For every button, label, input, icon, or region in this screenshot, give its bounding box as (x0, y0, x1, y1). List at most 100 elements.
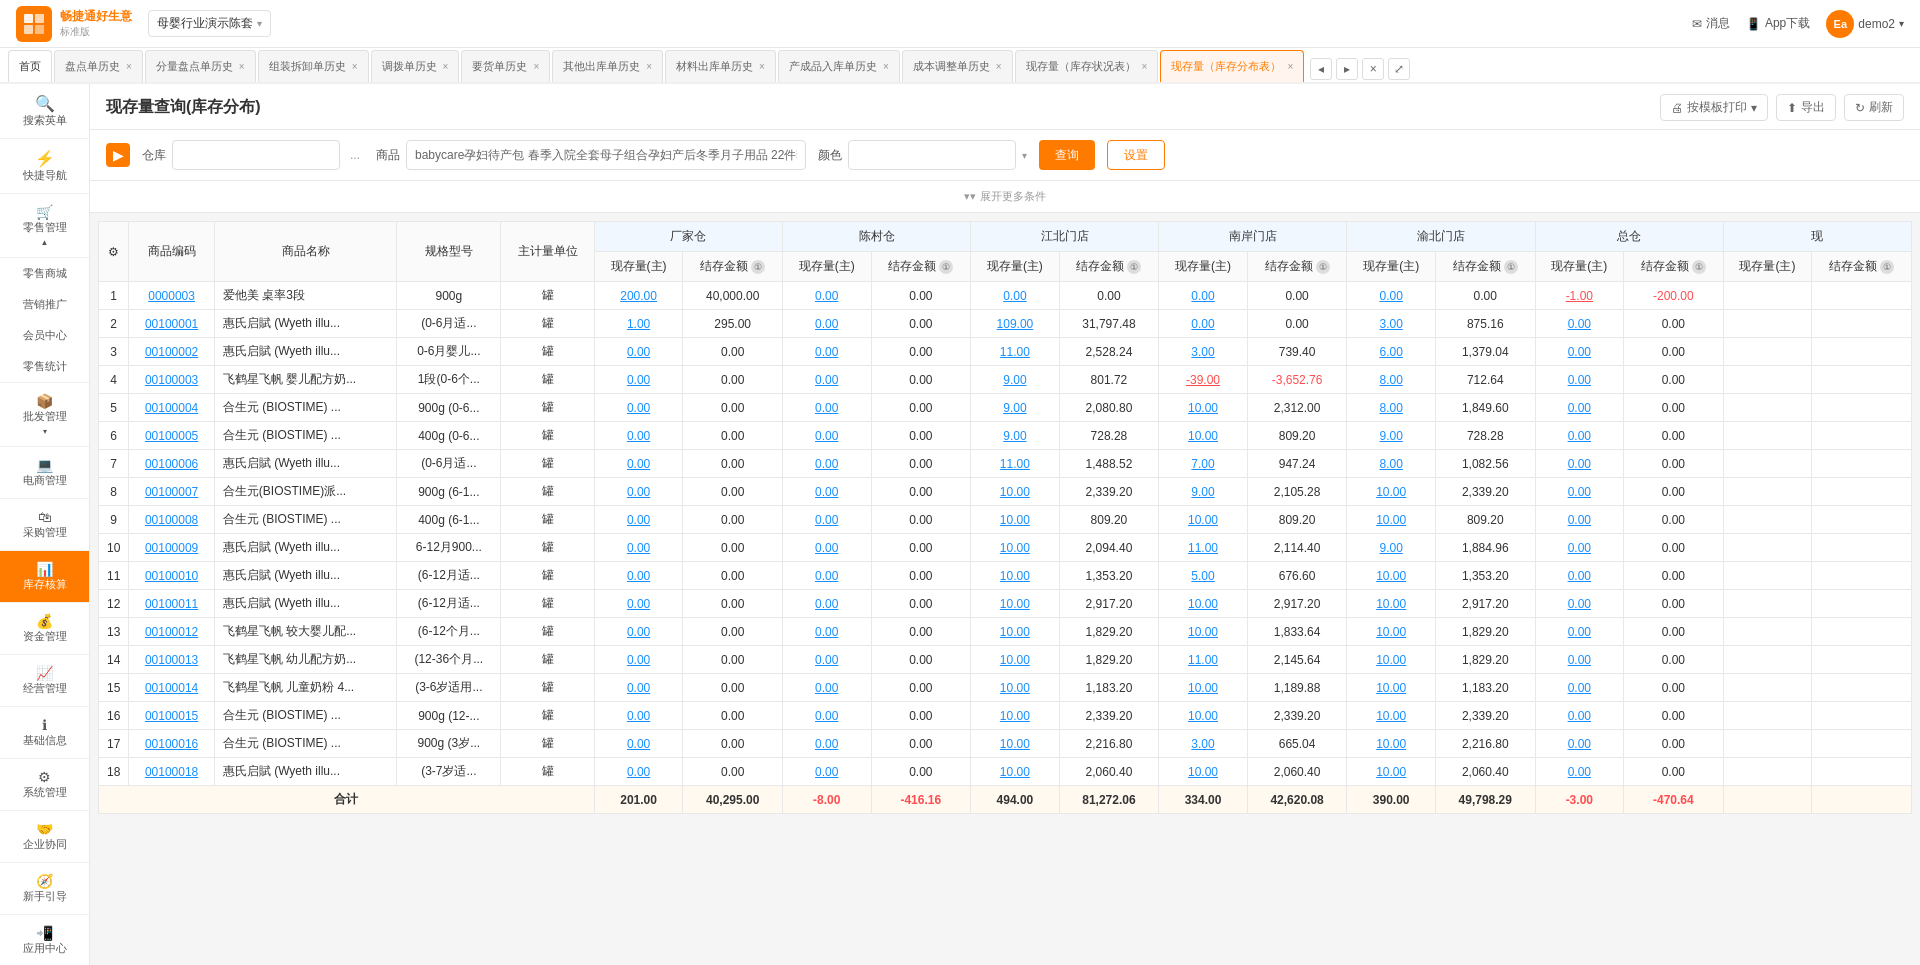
product-code[interactable]: 00100005 (129, 422, 214, 450)
close-icon[interactable]: × (443, 61, 449, 72)
wh5-qty[interactable]: 10.00 (1347, 674, 1436, 702)
tab-yao-huo[interactable]: 要货单历史 × (461, 50, 550, 82)
wh2-qty[interactable]: 0.00 (782, 310, 871, 338)
wh4-qty[interactable]: 11.00 (1159, 646, 1248, 674)
wh2-qty[interactable]: 0.00 (782, 506, 871, 534)
wh2-qty[interactable]: 0.00 (782, 282, 871, 310)
close-icon[interactable]: × (759, 61, 765, 72)
product-code[interactable]: 00100013 (129, 646, 214, 674)
wh4-qty[interactable]: 10.00 (1159, 618, 1248, 646)
wh5-qty[interactable]: 8.00 (1347, 366, 1436, 394)
wh4-qty[interactable]: 7.00 (1159, 450, 1248, 478)
close-icon[interactable]: × (883, 61, 889, 72)
wh4-qty[interactable]: 10.00 (1159, 674, 1248, 702)
wh2-qty[interactable]: 0.00 (782, 702, 871, 730)
tab-cost-adj[interactable]: 成本调整单历史 × (902, 50, 1013, 82)
wh3-qty[interactable]: 109.00 (971, 310, 1060, 338)
close-icon[interactable]: × (1142, 61, 1148, 72)
sidebar-item-enterprise[interactable]: 🤝 企业协同 (0, 811, 89, 863)
wh2-qty[interactable]: 0.00 (782, 450, 871, 478)
wh4-qty[interactable]: 10.00 (1159, 590, 1248, 618)
product-code[interactable]: 00100006 (129, 450, 214, 478)
company-selector[interactable]: 母婴行业演示陈套 ▾ (148, 10, 271, 37)
sidebar-item-inventory[interactable]: 📊 库存核算 (0, 551, 89, 603)
product-code[interactable]: 00100004 (129, 394, 214, 422)
wh3-qty[interactable]: 10.00 (971, 478, 1060, 506)
info-icon[interactable]: ① (1127, 260, 1141, 274)
wh3-qty[interactable]: 0.00 (971, 282, 1060, 310)
tab-close-all[interactable]: × (1362, 58, 1384, 80)
wh1-qty[interactable]: 0.00 (594, 590, 683, 618)
wh4-qty[interactable]: 10.00 (1159, 758, 1248, 786)
wh5-qty[interactable]: 9.00 (1347, 534, 1436, 562)
wh1-qty[interactable]: 0.00 (594, 562, 683, 590)
close-icon[interactable]: × (533, 61, 539, 72)
sidebar-item-wholesale[interactable]: 📦 批发管理 ▾ (0, 383, 89, 447)
sidebar-item-app-center[interactable]: 📲 应用中心 (0, 915, 89, 965)
wh1-qty[interactable]: 0.00 (594, 702, 683, 730)
total-qty[interactable]: 0.00 (1535, 534, 1624, 562)
total-qty[interactable]: 0.00 (1535, 422, 1624, 450)
wh4-qty[interactable]: 10.00 (1159, 506, 1248, 534)
tab-pan-history[interactable]: 盘点单历史 × (54, 50, 143, 82)
close-icon[interactable]: × (996, 61, 1002, 72)
close-icon[interactable]: × (239, 61, 245, 72)
wh5-qty[interactable]: 9.00 (1347, 422, 1436, 450)
refresh-btn[interactable]: ↻ 刷新 (1844, 94, 1904, 121)
wh4-qty[interactable]: 3.00 (1159, 730, 1248, 758)
wh1-qty[interactable]: 0.00 (594, 366, 683, 394)
wh5-qty[interactable]: 3.00 (1347, 310, 1436, 338)
total-qty[interactable]: 0.00 (1535, 702, 1624, 730)
wh2-qty[interactable]: 0.00 (782, 562, 871, 590)
product-code[interactable]: 00100016 (129, 730, 214, 758)
sidebar-item-ecommerce[interactable]: 💻 电商管理 (0, 447, 89, 499)
info-icon[interactable]: ① (939, 260, 953, 274)
wh3-qty[interactable]: 9.00 (971, 422, 1060, 450)
product-code[interactable]: 00100014 (129, 674, 214, 702)
total-qty[interactable]: 0.00 (1535, 562, 1624, 590)
wh3-qty[interactable]: 10.00 (971, 758, 1060, 786)
sidebar-item-retail-store[interactable]: 零售商城 (0, 258, 89, 289)
wh1-qty[interactable]: 0.00 (594, 478, 683, 506)
wh5-qty[interactable]: 10.00 (1347, 562, 1436, 590)
tab-zu-zhe[interactable]: 组装拆卸单历史 × (258, 50, 369, 82)
product-code[interactable]: 00100011 (129, 590, 214, 618)
sidebar-item-nav[interactable]: ⚡ 快捷导航 (0, 139, 89, 194)
total-qty[interactable]: 0.00 (1535, 338, 1624, 366)
wh5-qty[interactable]: 8.00 (1347, 394, 1436, 422)
message-btn[interactable]: ✉ 消息 (1692, 15, 1730, 32)
close-icon[interactable]: × (1287, 61, 1293, 72)
wh3-qty[interactable]: 11.00 (971, 450, 1060, 478)
product-code[interactable]: 00100001 (129, 310, 214, 338)
product-code[interactable]: 00100003 (129, 366, 214, 394)
wh4-qty[interactable]: 0.00 (1159, 282, 1248, 310)
product-code[interactable]: 00100012 (129, 618, 214, 646)
sidebar-item-finance[interactable]: 💰 资金管理 (0, 603, 89, 655)
wh2-qty[interactable]: 0.00 (782, 674, 871, 702)
product-code[interactable]: 00100018 (129, 758, 214, 786)
wh1-qty[interactable]: 0.00 (594, 618, 683, 646)
expand-conditions-btn[interactable]: ▾▾ 展开更多条件 (960, 185, 1050, 208)
tab-other-out[interactable]: 其他出库单历史 × (552, 50, 663, 82)
wh4-qty[interactable]: 10.00 (1159, 422, 1248, 450)
filter-expand-btn[interactable]: ▶ (106, 143, 130, 167)
sidebar-item-retail-mgmt[interactable]: 🛒 零售管理 ▲ (0, 194, 89, 258)
tab-scroll-right[interactable]: ▸ (1336, 58, 1358, 80)
tab-mat-out[interactable]: 材料出库单历史 × (665, 50, 776, 82)
wh5-qty[interactable]: 10.00 (1347, 702, 1436, 730)
wh4-qty[interactable]: 10.00 (1159, 702, 1248, 730)
info-icon[interactable]: ① (1692, 260, 1706, 274)
product-code[interactable]: 00100010 (129, 562, 214, 590)
wh3-qty[interactable]: 9.00 (971, 366, 1060, 394)
wh5-qty[interactable]: 10.00 (1347, 478, 1436, 506)
wh1-qty[interactable]: 0.00 (594, 730, 683, 758)
product-code[interactable]: 00100015 (129, 702, 214, 730)
tab-expand[interactable]: ⤢ (1388, 58, 1410, 80)
wh4-qty[interactable]: 11.00 (1159, 534, 1248, 562)
wh3-qty[interactable]: 9.00 (971, 394, 1060, 422)
wh2-qty[interactable]: 0.00 (782, 618, 871, 646)
wh5-qty[interactable]: 10.00 (1347, 618, 1436, 646)
wh3-qty[interactable]: 10.00 (971, 646, 1060, 674)
sidebar-item-member[interactable]: 会员中心 (0, 320, 89, 351)
product-code[interactable]: 00100007 (129, 478, 214, 506)
